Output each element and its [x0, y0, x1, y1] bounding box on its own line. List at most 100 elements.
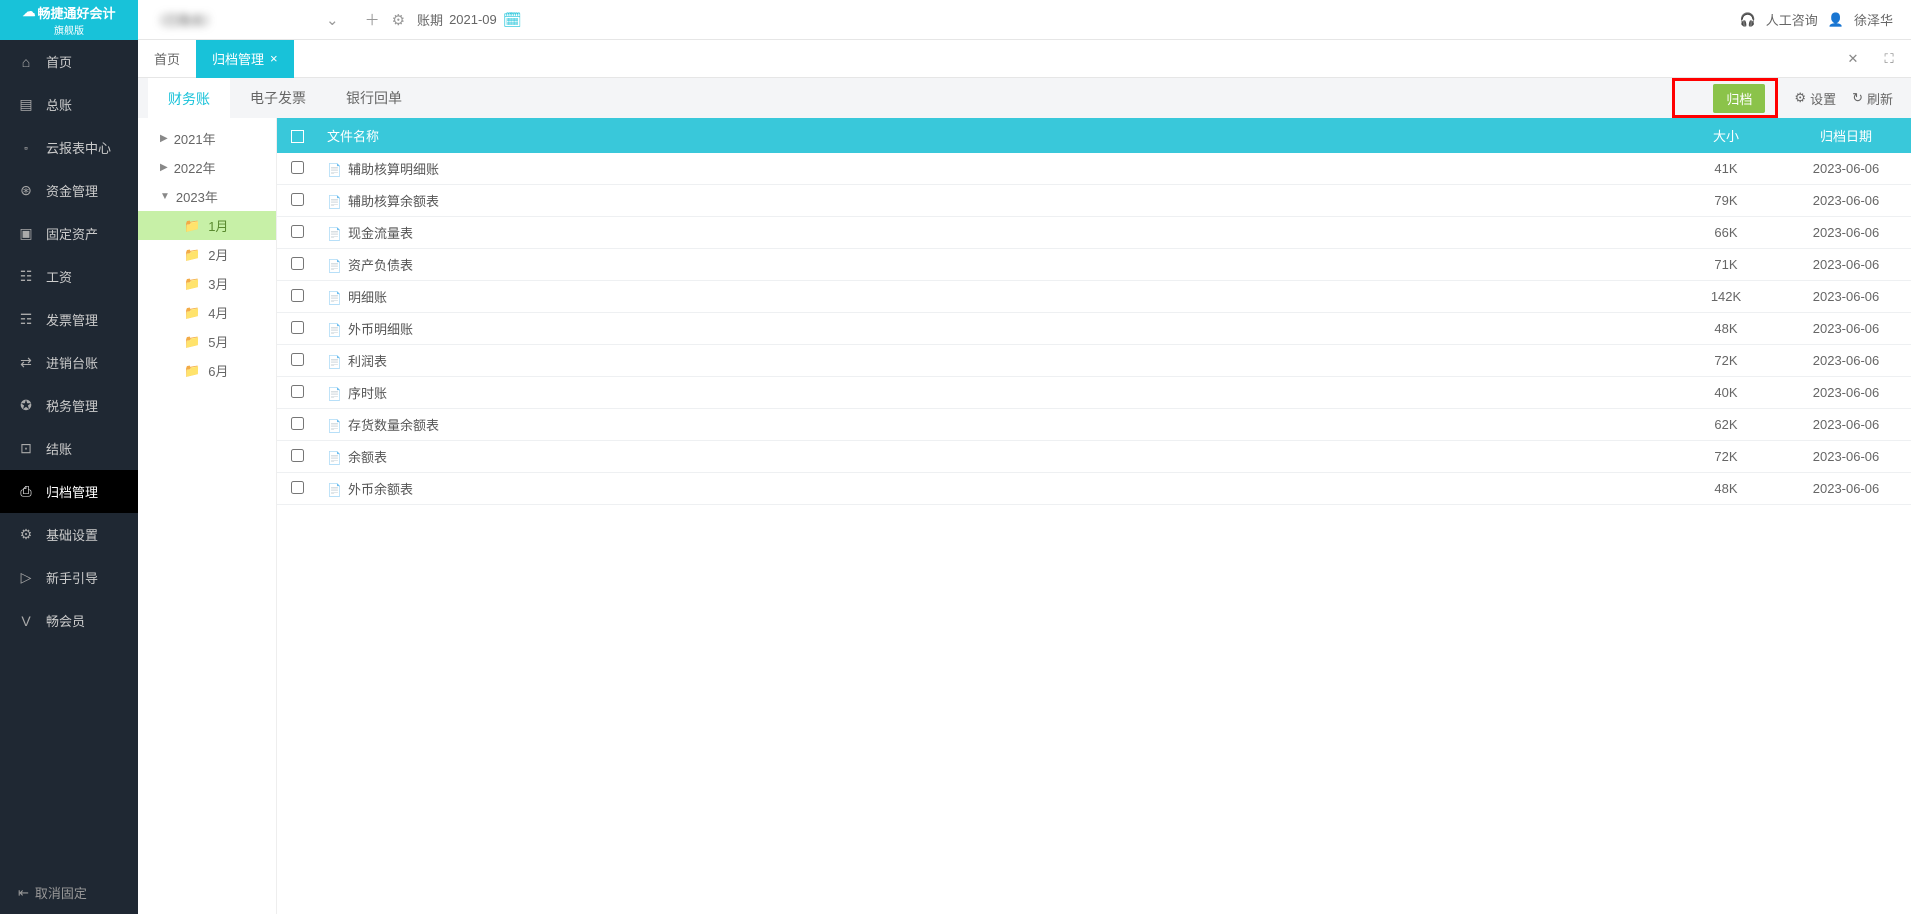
tree-year[interactable]: ▶2021年: [138, 124, 276, 153]
file-icon: 📄: [327, 227, 342, 241]
tax-icon: ✪: [18, 397, 34, 414]
table-row[interactable]: 📄外币明细账48K2023-06-06: [277, 313, 1911, 345]
sidebar-item-tax[interactable]: ✪税务管理: [0, 384, 138, 427]
sub-tab[interactable]: 银行回单: [326, 78, 422, 118]
tree-month-label: 3月: [208, 274, 228, 293]
tree-month[interactable]: 📁2月: [138, 240, 276, 269]
sidebar-item-ledger[interactable]: ▤总账: [0, 83, 138, 126]
sidebar-item-stock[interactable]: ⇄进销台账: [0, 341, 138, 384]
refresh-label: 刷新: [1867, 89, 1893, 108]
archive-icon: ⎙: [18, 483, 34, 500]
table-row[interactable]: 📄利润表72K2023-06-06: [277, 345, 1911, 377]
file-size: 41K: [1671, 153, 1781, 185]
sidebar-item-home[interactable]: ⌂首页: [0, 40, 138, 83]
avatar-icon[interactable]: 👤: [1828, 12, 1844, 28]
folder-icon: 📁: [184, 305, 200, 321]
file-size: 72K: [1671, 441, 1781, 473]
row-checkbox[interactable]: [291, 481, 304, 494]
sidebar-item-guide[interactable]: ▷ 新手引导: [0, 556, 138, 599]
settings-link[interactable]: ⚙ 设置: [1794, 89, 1836, 108]
close-tab-button[interactable]: ✕: [1841, 47, 1865, 71]
row-checkbox[interactable]: [291, 289, 304, 302]
header-date[interactable]: 归档日期: [1781, 118, 1911, 153]
close-icon: ⊡: [18, 440, 34, 457]
sidebar-item-vip[interactable]: V畅会员: [0, 599, 138, 642]
page-tab[interactable]: 首页: [138, 40, 196, 78]
sidebar-item-archive[interactable]: ⎙归档管理: [0, 470, 138, 513]
consult-link[interactable]: 人工咨询: [1766, 10, 1818, 29]
sidebar-item-close[interactable]: ⊡结账: [0, 427, 138, 470]
table-row[interactable]: 📄辅助核算余额表79K2023-06-06: [277, 185, 1911, 217]
page-tab[interactable]: 归档管理×: [196, 40, 294, 78]
row-checkbox[interactable]: [291, 321, 304, 334]
file-name: 辅助核算余额表: [348, 194, 439, 209]
table-row[interactable]: 📄余额表72K2023-06-06: [277, 441, 1911, 473]
sidebar-item-label: 新手引导: [46, 568, 98, 587]
tree-month-label: 2月: [208, 245, 228, 264]
row-checkbox[interactable]: [291, 225, 304, 238]
table-row[interactable]: 📄存货数量余额表62K2023-06-06: [277, 409, 1911, 441]
content-split: ▶2021年▶2022年▼2023年📁1月📁2月📁3月📁4月📁5月📁6月 文件名…: [138, 118, 1911, 914]
user-name[interactable]: 徐泽华: [1854, 10, 1893, 29]
table-row[interactable]: 📄现金流量表66K2023-06-06: [277, 217, 1911, 249]
brand-name: 畅捷通好会计: [37, 3, 115, 22]
sidebar-item-invoice[interactable]: ☶发票管理: [0, 298, 138, 341]
header-size[interactable]: 大小: [1671, 118, 1781, 153]
row-checkbox[interactable]: [291, 417, 304, 430]
table-row[interactable]: 📄资产负债表71K2023-06-06: [277, 249, 1911, 281]
row-checkbox[interactable]: [291, 449, 304, 462]
refresh-link[interactable]: ↻ 刷新: [1852, 89, 1893, 108]
sidebar-item-report[interactable]: ⬞云报表中心: [0, 126, 138, 169]
headset-icon[interactable]: 🎧: [1740, 12, 1756, 28]
tree-month[interactable]: 📁1月: [138, 211, 276, 240]
sidebar-item-label: 发票管理: [46, 310, 98, 329]
tree-month[interactable]: 📁4月: [138, 298, 276, 327]
brand-edition: 旗舰版: [54, 22, 84, 37]
file-name: 明细账: [348, 290, 387, 305]
header-name[interactable]: 文件名称: [317, 118, 1671, 153]
guide-icon: ▷: [18, 569, 34, 586]
sidebar-item-asset[interactable]: ▣固定资产: [0, 212, 138, 255]
tab-close-icon[interactable]: ×: [270, 51, 278, 66]
tree-month[interactable]: 📁5月: [138, 327, 276, 356]
calendar-icon[interactable]: 🗓: [497, 11, 528, 29]
archive-button[interactable]: 归档: [1713, 84, 1765, 113]
row-checkbox[interactable]: [291, 161, 304, 174]
tree-year[interactable]: ▶2022年: [138, 153, 276, 182]
row-checkbox[interactable]: [291, 353, 304, 366]
tree-month-label: 6月: [208, 361, 228, 380]
sub-tab[interactable]: 财务账: [148, 78, 230, 118]
tree-year-label: 2023年: [176, 187, 218, 206]
row-checkbox[interactable]: [291, 193, 304, 206]
table-row[interactable]: 📄外币余额表48K2023-06-06: [277, 473, 1911, 505]
cancel-pin[interactable]: ⇤ 取消固定: [0, 871, 138, 914]
file-date: 2023-06-06: [1781, 249, 1911, 281]
sidebar-item-salary[interactable]: ☷工资: [0, 255, 138, 298]
tree-year[interactable]: ▼2023年: [138, 182, 276, 211]
file-table-header: 文件名称 大小 归档日期: [277, 118, 1911, 153]
stock-icon: ⇄: [18, 354, 34, 371]
row-checkbox[interactable]: [291, 257, 304, 270]
sidebar-item-fund[interactable]: ⊛资金管理: [0, 169, 138, 212]
archive-highlight-box: 归档: [1672, 78, 1778, 118]
tree-month[interactable]: 📁6月: [138, 356, 276, 385]
file-size: 79K: [1671, 185, 1781, 217]
period-value[interactable]: 2021-09: [449, 12, 497, 27]
file-size: 40K: [1671, 377, 1781, 409]
salary-icon: ☷: [18, 268, 34, 285]
tree-month-label: 1月: [208, 216, 228, 235]
company-selector[interactable]: （已隐去） ⌄: [138, 10, 359, 29]
table-row[interactable]: 📄辅助核算明细账41K2023-06-06: [277, 153, 1911, 185]
gear-icon[interactable]: ⚙: [386, 11, 411, 29]
sub-tab[interactable]: 电子发票: [230, 78, 326, 118]
file-icon: 📄: [327, 259, 342, 273]
select-all-checkbox[interactable]: [291, 130, 304, 143]
file-date: 2023-06-06: [1781, 313, 1911, 345]
table-row[interactable]: 📄明细账142K2023-06-06: [277, 281, 1911, 313]
table-row[interactable]: 📄序时账40K2023-06-06: [277, 377, 1911, 409]
sidebar-item-setting[interactable]: ⚙基础设置: [0, 513, 138, 556]
tree-month[interactable]: 📁3月: [138, 269, 276, 298]
add-icon[interactable]: ＋: [359, 9, 386, 30]
row-checkbox[interactable]: [291, 385, 304, 398]
fullscreen-icon[interactable]: ⛶: [1877, 47, 1901, 71]
